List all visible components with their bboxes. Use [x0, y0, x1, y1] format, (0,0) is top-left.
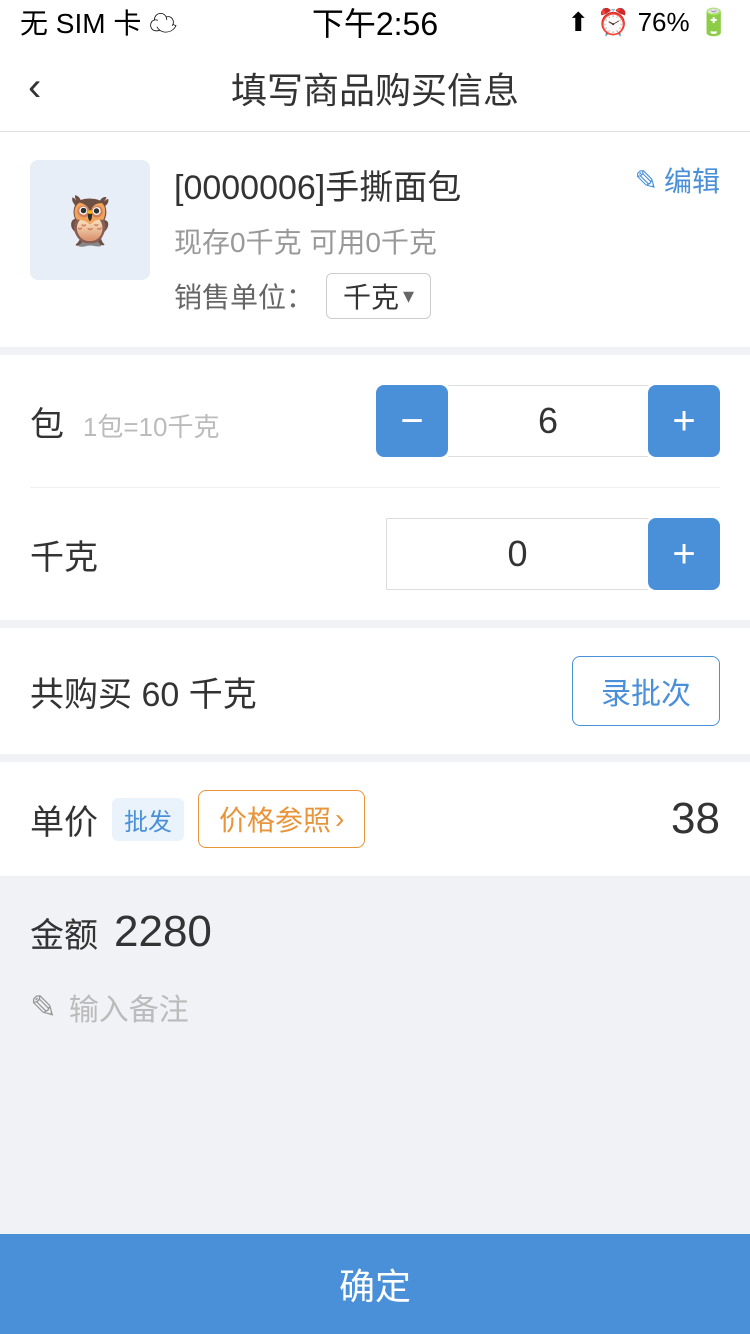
amount-row: 金额 2280	[30, 907, 720, 957]
price-ref-button[interactable]: 价格参照 ›	[198, 790, 365, 848]
product-unit: 销售单位： 千克 ▾	[174, 273, 611, 319]
kg-label: 千克	[30, 530, 98, 579]
pack-minus-button[interactable]: −	[376, 385, 448, 457]
pencil-icon: ✎	[30, 988, 57, 1026]
amount-label: 金额	[30, 908, 98, 957]
battery-icon: 🔋	[698, 7, 730, 38]
product-stock: 现存0千克 可用0千克	[174, 221, 611, 261]
kg-row: 千克 +	[30, 488, 720, 620]
edit-button[interactable]: ✎ 编辑	[635, 160, 720, 200]
pack-label: 包	[30, 406, 64, 444]
product-edit[interactable]: ✎ 编辑	[635, 160, 720, 200]
location-icon: ⬆	[567, 7, 589, 38]
product-name: [0000006]手撕面包	[174, 160, 611, 209]
pack-sublabel: 1包=10千克	[83, 412, 220, 442]
amount-value: 2280	[114, 907, 212, 957]
quantity-section: 包 1包=10千克 − + 千克 +	[0, 355, 750, 628]
batch-button[interactable]: 录批次	[572, 656, 720, 726]
pack-plus-button[interactable]: +	[648, 385, 720, 457]
back-button[interactable]: ‹	[28, 65, 41, 110]
wholesale-badge: 批发	[112, 798, 184, 841]
unit-label: 销售单位：	[174, 276, 314, 316]
edit-icon: ✎	[635, 164, 658, 197]
pack-label-group: 包 1包=10千克	[30, 397, 219, 446]
status-time: 下午2:56	[312, 0, 438, 45]
total-row: 共购买 60 千克 录批次	[0, 628, 750, 762]
product-logo: 🦉	[60, 192, 120, 249]
page-title: 填写商品购买信息	[231, 62, 519, 114]
chevron-right-icon: ›	[335, 803, 344, 835]
pack-input[interactable]	[448, 385, 648, 457]
chevron-down-icon: ▾	[403, 283, 414, 309]
unit-selector[interactable]: 千克 ▾	[326, 273, 431, 319]
kg-control: +	[386, 518, 720, 590]
price-section: 单价 批发 价格参照 › 38	[0, 762, 750, 877]
kg-plus-button[interactable]: +	[648, 518, 720, 590]
remark-row[interactable]: ✎ 输入备注	[30, 977, 720, 1037]
price-value: 38	[671, 794, 720, 844]
remark-placeholder: 输入备注	[69, 985, 189, 1029]
product-card: 🦉 [0000006]手撕面包 现存0千克 可用0千克 销售单位： 千克 ▾ ✎…	[0, 132, 750, 355]
kg-input[interactable]	[386, 518, 648, 590]
status-left: 无 SIM 卡 ☁	[20, 2, 177, 42]
total-text: 共购买 60 千克	[30, 667, 257, 716]
product-info: [0000006]手撕面包 现存0千克 可用0千克 销售单位： 千克 ▾	[174, 160, 611, 319]
nav-bar: ‹ 填写商品购买信息	[0, 44, 750, 132]
price-left: 单价 批发 价格参照 ›	[30, 790, 365, 848]
battery-label: 76%	[638, 7, 690, 38]
price-label: 单价	[30, 795, 98, 844]
status-right: ⬆ ⏰ 76% 🔋	[567, 7, 730, 38]
product-image: 🦉	[30, 160, 150, 280]
alarm-icon: ⏰	[597, 7, 629, 38]
confirm-button[interactable]: 确定	[0, 1234, 750, 1334]
amount-section: 金额 2280 ✎ 输入备注	[0, 877, 750, 1057]
sim-label: 无 SIM 卡 ☁	[20, 2, 177, 42]
pack-control: − +	[376, 385, 720, 457]
pack-row: 包 1包=10千克 − +	[30, 355, 720, 488]
status-bar: 无 SIM 卡 ☁ 下午2:56 ⬆ ⏰ 76% 🔋	[0, 0, 750, 44]
